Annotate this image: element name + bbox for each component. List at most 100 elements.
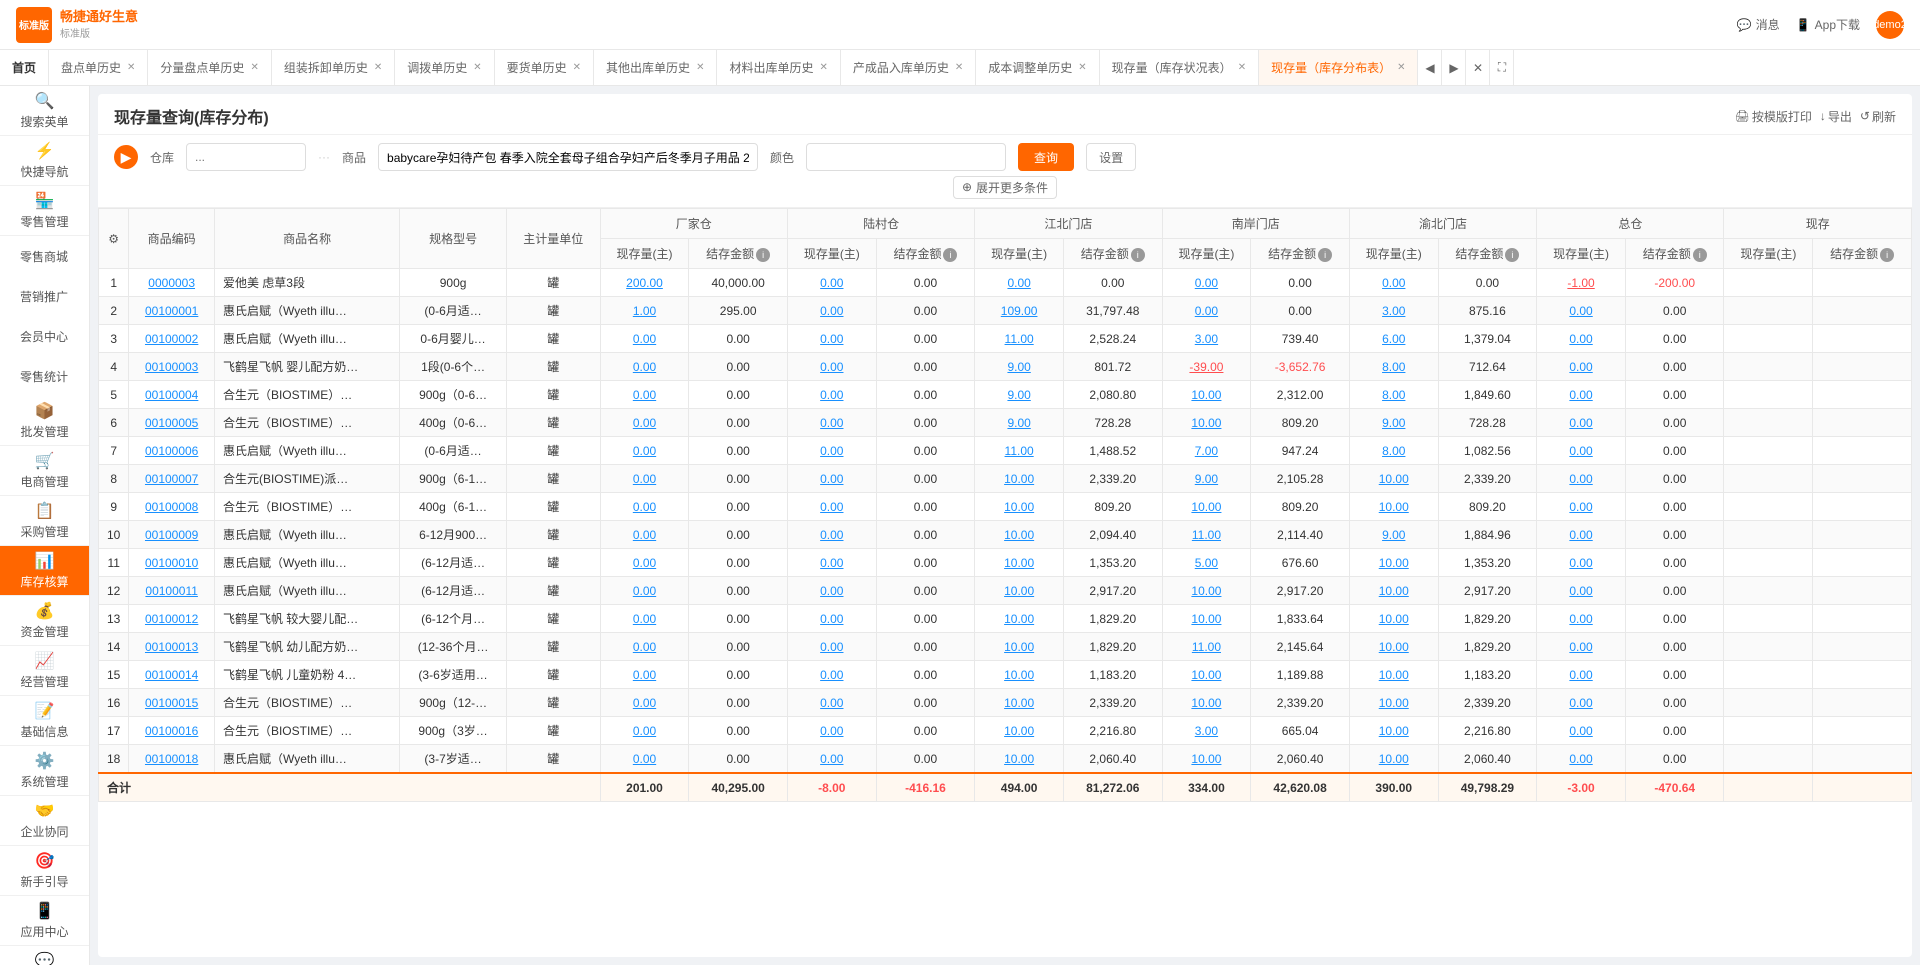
app-download-button[interactable]: 📱 App下载 [1796,16,1860,33]
yubei-qty[interactable]: 6.00 [1349,325,1438,353]
lucun-qty[interactable]: 0.00 [787,381,876,409]
lucun-qty[interactable]: 0.00 [787,409,876,437]
close-icon[interactable]: ✕ [250,62,258,73]
factory-qty[interactable]: 0.00 [600,605,689,633]
factory-qty[interactable]: 0.00 [600,577,689,605]
lucun-qty[interactable]: 0.00 [787,437,876,465]
lucun-qty[interactable]: 0.00 [787,689,876,717]
factory-qty[interactable]: 0.00 [600,717,689,745]
factory-qty[interactable]: 0.00 [600,521,689,549]
total-qty[interactable]: 0.00 [1537,465,1626,493]
sidebar-item-app-center[interactable]: 📱 应用中心 [0,896,89,946]
export-button[interactable]: ↓ 导出 [1820,108,1852,125]
lucun-qty[interactable]: 0.00 [787,493,876,521]
jiangbei-qty[interactable]: 9.00 [975,381,1064,409]
close-icon[interactable]: ✕ [1078,62,1086,73]
sidebar-item-purchase[interactable]: 📋 采购管理 [0,496,89,546]
yubei-qty[interactable]: 10.00 [1349,717,1438,745]
close-icon[interactable]: ✕ [573,62,581,73]
yubei-qty[interactable]: 10.00 [1349,689,1438,717]
info-icon[interactable]: i [943,248,957,262]
goods-code[interactable]: 0000003 [129,269,215,297]
factory-qty[interactable]: 0.00 [600,661,689,689]
message-button[interactable]: 💬 消息 [1737,16,1780,33]
sidebar-item-business[interactable]: 📈 经营管理 [0,646,89,696]
jiangbei-qty[interactable]: 10.00 [975,605,1064,633]
total-qty[interactable]: 0.00 [1537,661,1626,689]
jiangbei-qty[interactable]: 10.00 [975,717,1064,745]
yubei-qty[interactable]: 3.00 [1349,297,1438,325]
yubei-qty[interactable]: 8.00 [1349,381,1438,409]
total-qty[interactable]: 0.00 [1537,605,1626,633]
yubei-qty[interactable]: 10.00 [1349,605,1438,633]
factory-qty[interactable]: 1.00 [600,297,689,325]
sidebar-item-system[interactable]: ⚙️ 系统管理 [0,746,89,796]
total-qty[interactable]: -1.00 [1537,269,1626,297]
factory-qty[interactable]: 0.00 [600,689,689,717]
close-icon[interactable]: ✕ [955,62,963,73]
total-qty[interactable]: 0.00 [1537,297,1626,325]
yubei-qty[interactable]: 8.00 [1349,353,1438,381]
tab-distribute-stocktake[interactable]: 分量盘点单历史 ✕ [148,50,271,86]
nav-scroll-right[interactable]: ▶ [1442,50,1466,86]
sidebar-item-retail[interactable]: 🏪 零售管理 [0,186,89,236]
lucun-qty[interactable]: 0.00 [787,633,876,661]
jiangbei-qty[interactable]: 109.00 [975,297,1064,325]
refresh-button[interactable]: ↺ 刷新 [1860,108,1896,125]
goods-input[interactable] [378,143,758,171]
close-icon[interactable]: ✕ [473,62,481,73]
nanan-qty[interactable]: 7.00 [1162,437,1251,465]
sidebar-sub-marketing[interactable]: 营销推广 [0,276,89,316]
tab-stocktake[interactable]: 盘点单历史 ✕ [49,50,148,86]
nanan-qty[interactable]: 3.00 [1162,325,1251,353]
goods-code[interactable]: 00100016 [129,717,215,745]
total-qty[interactable]: 0.00 [1537,521,1626,549]
info-icon[interactable]: i [1505,248,1519,262]
lucun-qty[interactable]: 0.00 [787,269,876,297]
yubei-qty[interactable]: 10.00 [1349,465,1438,493]
factory-qty[interactable]: 0.00 [600,437,689,465]
warehouse-input[interactable] [186,143,306,171]
jiangbei-qty[interactable]: 10.00 [975,549,1064,577]
goods-code[interactable]: 00100005 [129,409,215,437]
yubei-qty[interactable]: 10.00 [1349,745,1438,774]
jiangbei-qty[interactable]: 10.00 [975,493,1064,521]
nanan-qty[interactable]: 5.00 [1162,549,1251,577]
jiangbei-qty[interactable]: 10.00 [975,521,1064,549]
tab-home[interactable]: 首页 [0,50,49,86]
yubei-qty[interactable]: 10.00 [1349,661,1438,689]
lucun-qty[interactable]: 0.00 [787,325,876,353]
factory-qty[interactable]: 0.00 [600,549,689,577]
lucun-qty[interactable]: 0.00 [787,661,876,689]
total-qty[interactable]: 0.00 [1537,437,1626,465]
tab-stock-status[interactable]: 现存量（库存状况表） ✕ [1100,50,1259,86]
total-qty[interactable]: 0.00 [1537,493,1626,521]
gear-column-header[interactable]: ⚙ [99,209,129,269]
close-icon[interactable]: ✕ [374,62,382,73]
lucun-qty[interactable]: 0.00 [787,465,876,493]
goods-code[interactable]: 00100011 [129,577,215,605]
factory-qty[interactable]: 0.00 [600,745,689,774]
goods-code[interactable]: 00100002 [129,325,215,353]
goods-code[interactable]: 00100010 [129,549,215,577]
nanan-qty[interactable]: -39.00 [1162,353,1251,381]
tab-product-inbound[interactable]: 产成品入库单历史 ✕ [841,50,976,86]
factory-qty[interactable]: 0.00 [600,353,689,381]
factory-qty[interactable]: 0.00 [600,493,689,521]
yubei-qty[interactable]: 0.00 [1349,269,1438,297]
factory-qty[interactable]: 0.00 [600,381,689,409]
tab-other-outbound[interactable]: 其他出库单历史 ✕ [594,50,717,86]
lucun-qty[interactable]: 0.00 [787,297,876,325]
nanan-qty[interactable]: 9.00 [1162,465,1251,493]
jiangbei-qty[interactable]: 11.00 [975,437,1064,465]
sidebar-item-wholesale[interactable]: 📦 批发管理 [0,396,89,446]
nav-scroll-left[interactable]: ◀ [1418,50,1442,86]
jiangbei-qty[interactable]: 10.00 [975,689,1064,717]
nanan-qty[interactable]: 3.00 [1162,717,1251,745]
tab-assemble[interactable]: 组装拆卸单历史 ✕ [272,50,395,86]
nanan-qty[interactable]: 10.00 [1162,577,1251,605]
goods-code[interactable]: 00100001 [129,297,215,325]
sidebar-sub-retail-stats[interactable]: 零售统计 [0,356,89,396]
factory-qty[interactable]: 200.00 [600,269,689,297]
sidebar-sub-retail-mall[interactable]: 零售商城 [0,236,89,276]
